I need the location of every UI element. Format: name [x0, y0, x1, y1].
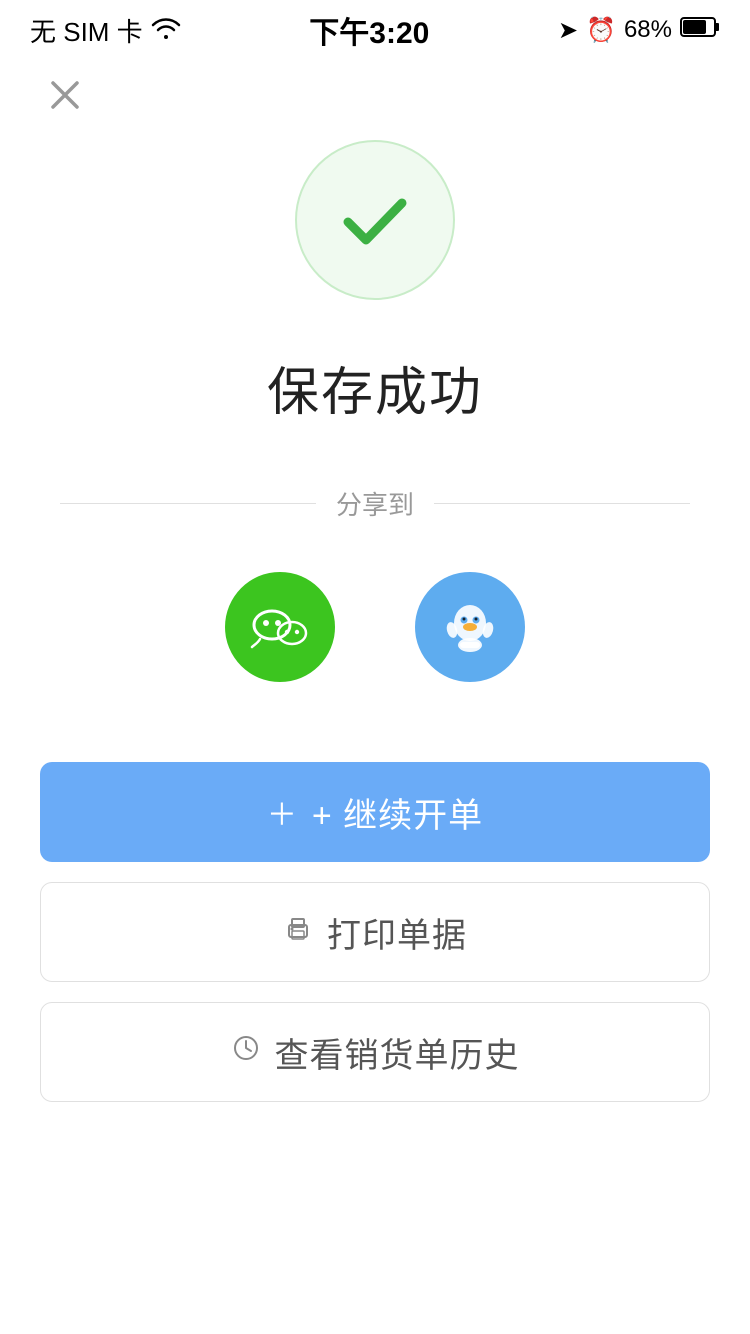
continue-button[interactable]: ＋ + 继续开单: [40, 762, 710, 862]
status-right: ➤ ⏰ 68%: [558, 16, 720, 45]
history-button[interactable]: 查看销货单历史: [40, 1002, 710, 1102]
status-left: 无 SIM 卡: [30, 12, 181, 49]
status-time: 下午3:20: [309, 8, 429, 52]
wifi-icon: [151, 15, 181, 46]
no-sim-text: 无 SIM 卡: [30, 12, 143, 49]
success-title: 保存成功: [267, 350, 483, 425]
print-label: 打印单据: [327, 908, 467, 957]
qq-share-button[interactable]: [415, 572, 525, 682]
continue-label: + 继续开单: [312, 788, 483, 837]
close-button[interactable]: [40, 70, 90, 120]
wechat-share-button[interactable]: [225, 572, 335, 682]
main-content: 保存成功 分享到: [0, 60, 750, 1102]
share-icons-row: [225, 572, 525, 682]
share-label: 分享到: [316, 485, 434, 522]
location-icon: ➤: [558, 16, 578, 45]
print-button[interactable]: 打印单据: [40, 882, 710, 982]
divider-right: [434, 503, 690, 504]
success-icon-circle: [295, 140, 455, 300]
action-buttons: ＋ + 继续开单 打印单据 查看销货单历史: [0, 762, 750, 1102]
print-icon: [283, 913, 313, 951]
battery-text: 68%: [624, 16, 672, 44]
status-bar: 无 SIM 卡 下午3:20 ➤ ⏰ 68%: [0, 0, 750, 60]
battery-icon: [680, 16, 720, 45]
clock-icon: [231, 1033, 261, 1071]
share-divider: 分享到: [0, 485, 750, 522]
history-label: 查看销货单历史: [275, 1028, 520, 1077]
plus-icon: ＋: [267, 790, 298, 834]
alarm-icon: ⏰: [586, 16, 616, 45]
divider-left: [60, 503, 316, 504]
